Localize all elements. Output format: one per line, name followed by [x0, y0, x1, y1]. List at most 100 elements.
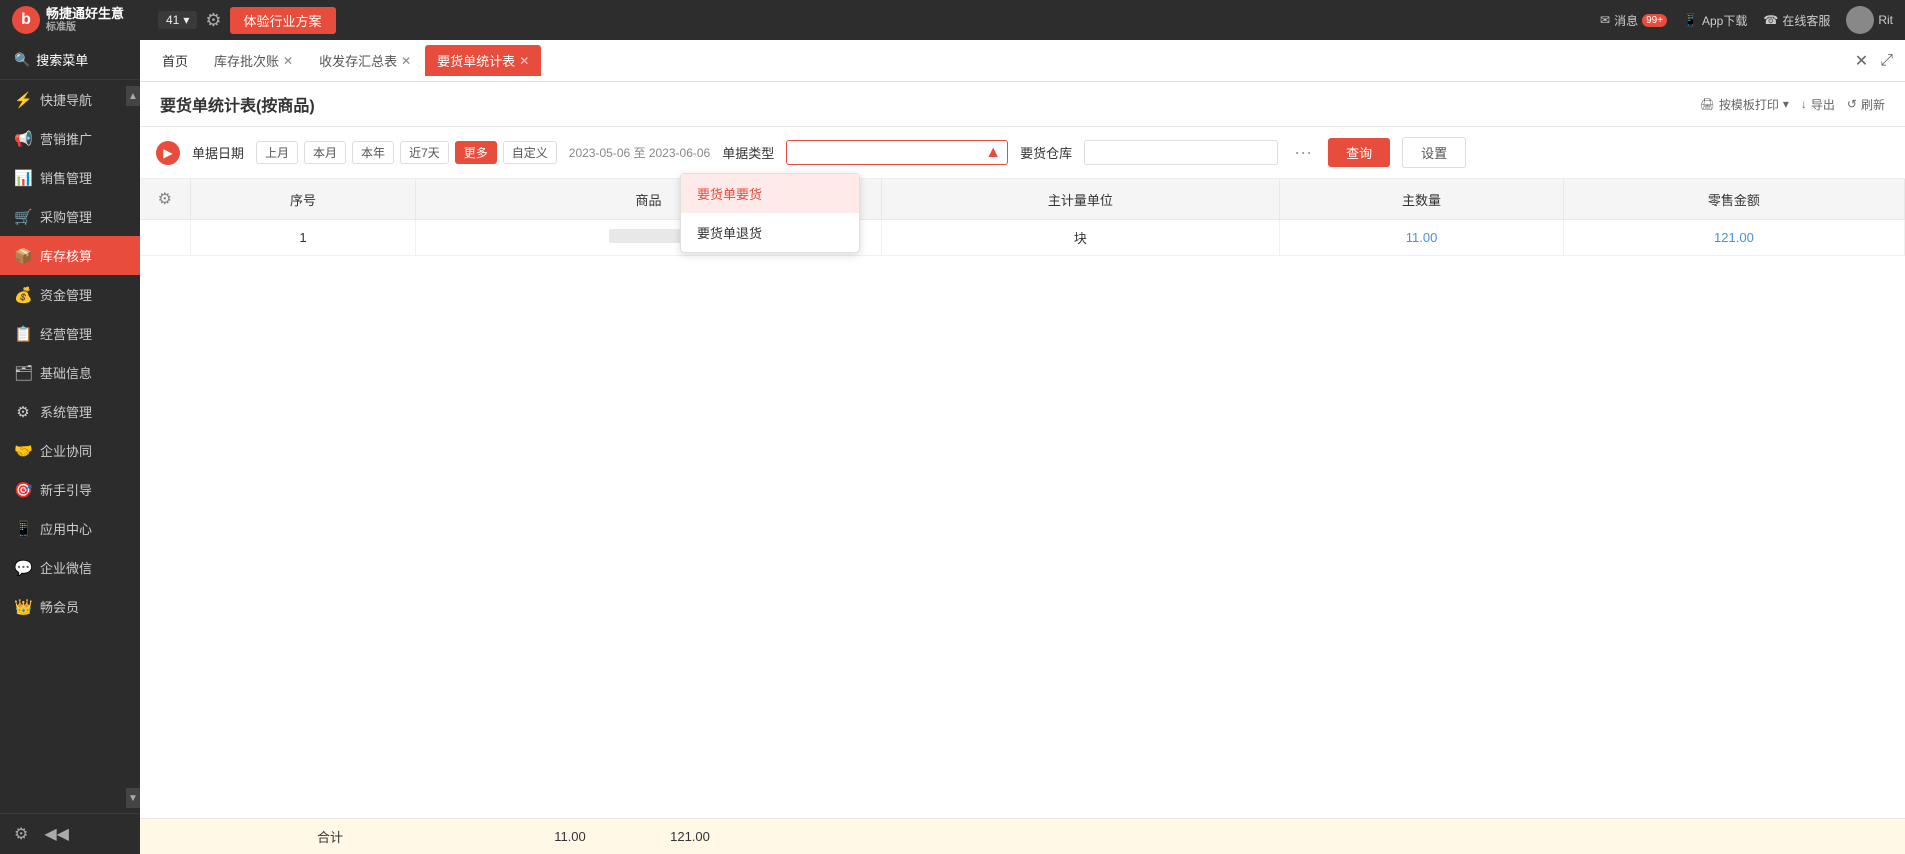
online-service-label: 在线客服 [1782, 12, 1830, 29]
sidebar-item-wechat[interactable]: 💬 企业微信 [0, 548, 140, 587]
app-download-button[interactable]: 📱 App下载 [1683, 12, 1747, 29]
filter-more-icon[interactable]: ··· [1290, 142, 1316, 163]
purchase-icon: 🛒 [14, 208, 32, 226]
col-settings-header[interactable]: ⚙ [140, 179, 190, 220]
tab-order-stats[interactable]: 要货单统计表 ✕ [425, 45, 541, 76]
tab-batch-stock-close[interactable]: ✕ [283, 54, 293, 68]
query-button[interactable]: 查询 [1328, 138, 1390, 167]
settings-bottom-icon[interactable]: ⚙ [14, 824, 28, 844]
row-amount-cell[interactable]: 121.00 [1563, 220, 1904, 256]
search-menu-button[interactable]: 🔍 搜索菜单 [0, 40, 140, 80]
user-avatar-button[interactable]: Rit [1846, 6, 1893, 34]
sidebar-item-appstore[interactable]: 📱 应用中心 [0, 509, 140, 548]
date-cur-year[interactable]: 本年 [352, 141, 394, 164]
date-prev-month[interactable]: 上月 [256, 141, 298, 164]
sidebar-item-label: 企业微信 [40, 558, 92, 577]
data-table-wrapper: ⚙ 序号 商品 主计量单位 主数量 零售金额 [140, 179, 1905, 818]
settings-gear-icon[interactable]: ⚙ [205, 10, 221, 31]
type-filter-input[interactable] [787, 141, 979, 164]
logo-icon: b [12, 6, 40, 34]
tab-receive-summary-close[interactable]: ✕ [401, 54, 411, 68]
sidebar-item-basic[interactable]: 🗂 基础信息 [0, 353, 140, 392]
inventory-icon: 📦 [14, 247, 32, 265]
sidebar-item-marketing[interactable]: 📢 营销推广 [0, 119, 140, 158]
member-icon: 👑 [14, 598, 32, 616]
col-seq-header: 序号 [190, 179, 416, 220]
row-qty-cell[interactable]: 11.00 [1280, 220, 1564, 256]
row-settings-cell [140, 220, 190, 256]
wechat-icon: 💬 [14, 559, 32, 577]
store-selector[interactable]: 41 ▾ [158, 11, 197, 29]
type-dropdown: 要货单要货 要货单退货 [680, 173, 860, 253]
row-seq-cell: 1 [190, 220, 416, 256]
cooperation-icon: 🤝 [14, 442, 32, 460]
app-header: b 畅捷通好生意 标准版 41 ▾ ⚙ 体验行业方案 ✉ 消息 99+ [0, 0, 1905, 40]
refresh-icon: ↺ [1847, 97, 1857, 111]
sidebar-item-system[interactable]: ⚙ 系统管理 [0, 392, 140, 431]
sidebar-item-label: 新手引导 [40, 480, 92, 499]
warehouse-filter-input[interactable] [1084, 140, 1278, 165]
download-icon: 📱 [1683, 13, 1698, 27]
date-custom[interactable]: 自定义 [503, 141, 557, 164]
sidebar-item-quick-nav[interactable]: ⚡ 快捷导航 [0, 80, 140, 119]
date-filter-label: 单据日期 [192, 143, 244, 162]
export-button[interactable]: ↓ 导出 [1801, 96, 1835, 113]
sidebar-scroll-up[interactable]: ▲ [126, 86, 140, 106]
col-amount-header: 零售金额 [1563, 179, 1904, 220]
system-icon: ⚙ [14, 403, 32, 421]
gear-icon[interactable]: ⚙ [158, 191, 172, 208]
message-badge: 99+ [1642, 14, 1667, 27]
sidebar-item-label: 畅会员 [40, 597, 79, 616]
date-7days[interactable]: 近7天 [400, 141, 449, 164]
sidebar-item-purchase[interactable]: 🛒 采购管理 [0, 197, 140, 236]
table-footer: 合计 11.00 121.00 [140, 818, 1905, 854]
sidebar-item-label: 企业协同 [40, 441, 92, 460]
sidebar-item-sales[interactable]: 📊 销售管理 [0, 158, 140, 197]
tab-receive-summary[interactable]: 收发存汇总表 ✕ [307, 45, 423, 76]
tab-expand[interactable]: ⤢ [1876, 52, 1897, 70]
app-download-label: App下载 [1702, 12, 1747, 29]
date-more[interactable]: 更多 [455, 141, 497, 164]
tab-home-label: 首页 [162, 51, 188, 70]
print-button[interactable]: 🖨 按模板打印 ▾ [1700, 96, 1789, 113]
export-label: 导出 [1811, 96, 1835, 113]
message-button[interactable]: ✉ 消息 99+ [1600, 12, 1667, 29]
search-icon: 🔍 [14, 52, 30, 68]
row-unit-cell: 块 [881, 220, 1280, 256]
expand-button[interactable]: ▶ [156, 141, 180, 165]
dropdown-item-order-goods[interactable]: 要货单要货 [681, 174, 859, 213]
sidebar-scroll-down[interactable]: ▼ [126, 788, 140, 808]
app-logo: b 畅捷通好生意 标准版 [12, 6, 142, 34]
search-menu-label: 搜索菜单 [36, 50, 88, 69]
sidebar-item-label: 销售管理 [40, 168, 92, 187]
col-unit-header: 主计量单位 [881, 179, 1280, 220]
tab-home[interactable]: 首页 [150, 45, 200, 76]
sidebar-item-label: 基础信息 [40, 363, 92, 382]
sidebar-item-label: 系统管理 [40, 402, 92, 421]
app-subname: 标准版 [46, 22, 124, 34]
quick-nav-icon: ⚡ [14, 91, 32, 109]
footer-qty: 11.00 [510, 829, 630, 844]
date-cur-month[interactable]: 本月 [304, 141, 346, 164]
sidebar-item-finance[interactable]: 💰 资金管理 [0, 275, 140, 314]
refresh-label: 刷新 [1861, 96, 1885, 113]
sidebar-item-guide[interactable]: 🎯 新手引导 [0, 470, 140, 509]
type-filter-input-wrapper[interactable]: ▲ [786, 140, 1008, 165]
dropdown-item-order-return[interactable]: 要货单退货 [681, 213, 859, 252]
tab-order-stats-close[interactable]: ✕ [519, 54, 529, 68]
tab-batch-stock[interactable]: 库存批次账 ✕ [202, 45, 305, 76]
sidebar-item-cooperation[interactable]: 🤝 企业协同 [0, 431, 140, 470]
sidebar-item-inventory[interactable]: 📦 库存核算 [0, 236, 140, 275]
trial-button[interactable]: 体验行业方案 [230, 7, 336, 34]
type-filter-arrow[interactable]: ▲ [979, 144, 1007, 162]
avatar [1846, 6, 1874, 34]
sidebar-item-member[interactable]: 👑 畅会员 [0, 587, 140, 626]
online-service-button[interactable]: ☎ 在线客服 [1763, 12, 1830, 29]
data-table: ⚙ 序号 商品 主计量单位 主数量 零售金额 [140, 179, 1905, 256]
tab-batch-stock-label: 库存批次账 [214, 51, 279, 70]
collapse-icon[interactable]: ◀◀ [44, 824, 69, 844]
filter-settings-button[interactable]: 设置 [1402, 137, 1466, 168]
tab-close-all[interactable]: ✕ [1851, 51, 1872, 71]
sidebar-item-operations[interactable]: 📋 经营管理 [0, 314, 140, 353]
refresh-button[interactable]: ↺ 刷新 [1847, 96, 1885, 113]
